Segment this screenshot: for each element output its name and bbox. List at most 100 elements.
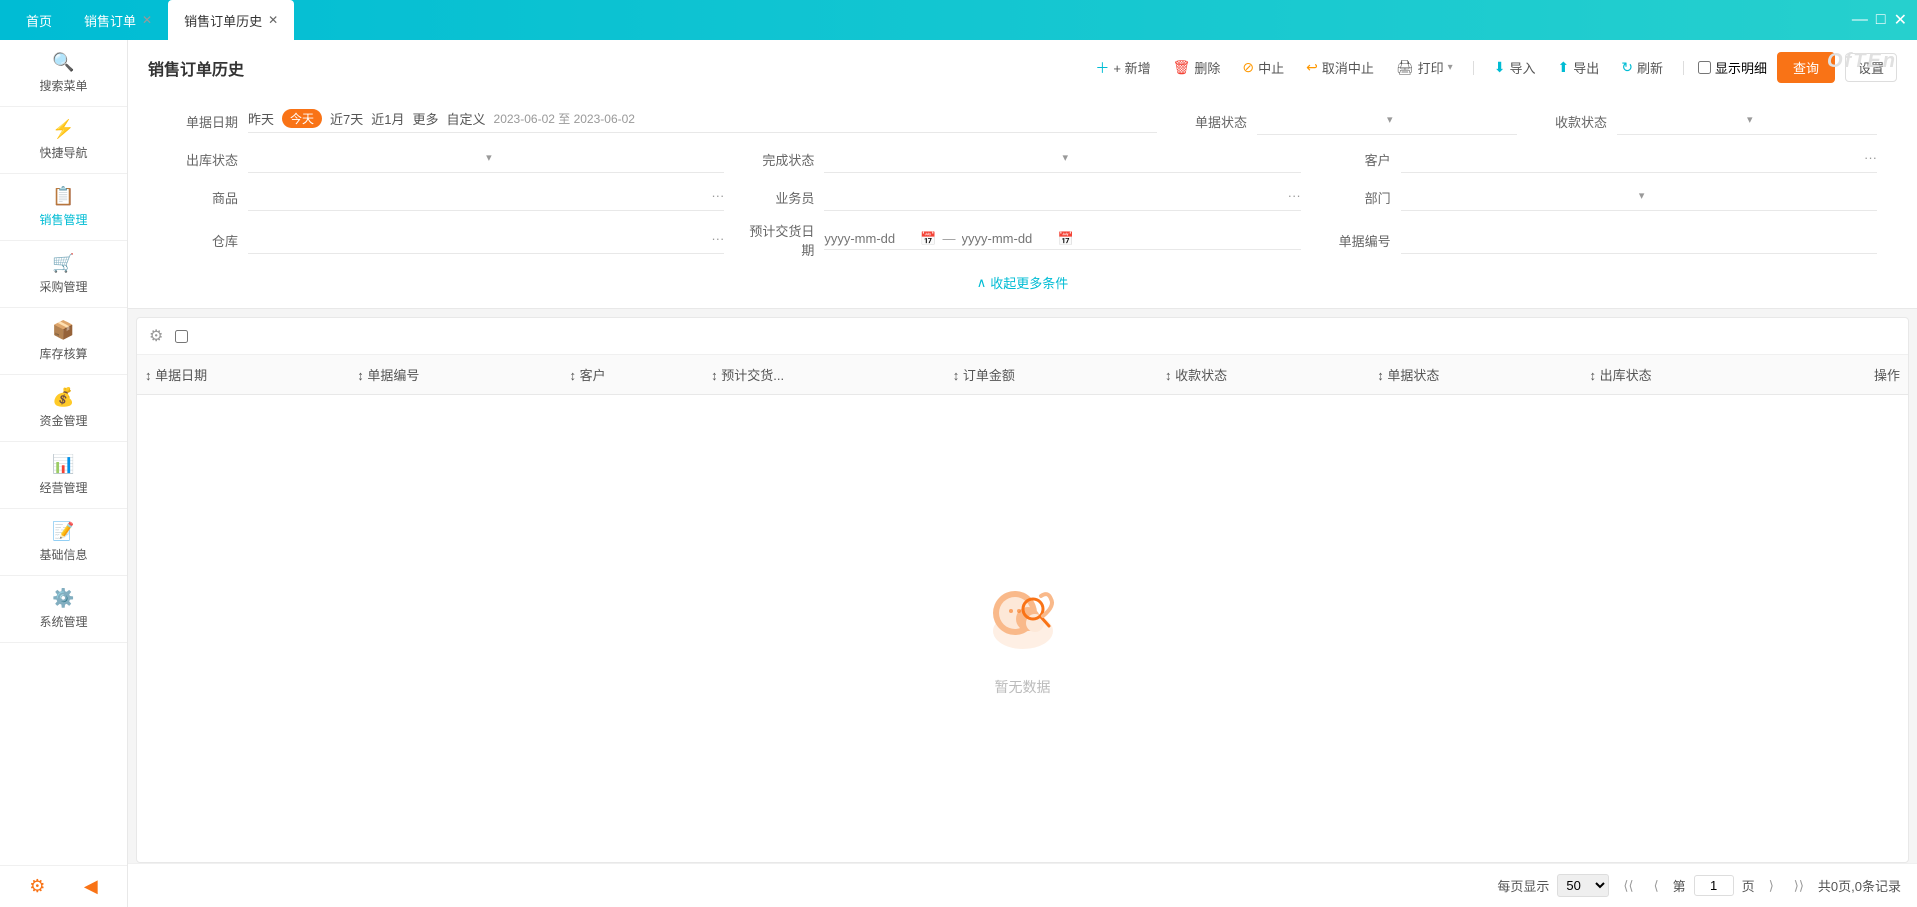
delivery-date-to-input[interactable]	[962, 231, 1052, 246]
delete-button[interactable]: 🗑 删除	[1167, 54, 1227, 81]
completion-status-label: 完成状态	[744, 150, 824, 169]
sidebar-item-quick-nav[interactable]: ⚡ 快捷导航	[0, 107, 127, 174]
warehouse-field[interactable]: ···	[248, 226, 724, 254]
col-number-sort-icon[interactable]: ↕	[357, 368, 367, 383]
payment-status-select[interactable]: ▾	[1617, 107, 1877, 135]
export-icon: ⬆	[1557, 59, 1569, 76]
sidebar-item-search-menu[interactable]: 🔍 搜索菜单	[0, 40, 127, 107]
sidebar-item-sales-mgmt[interactable]: 📋 销售管理	[0, 174, 127, 241]
completion-status-select[interactable]: ▾	[824, 145, 1300, 173]
minimize-button[interactable]: —	[1852, 11, 1868, 29]
order-status-label: 单据状态	[1177, 112, 1257, 131]
delivery-status-select[interactable]: ▾	[248, 145, 724, 173]
tab-sales-order-history-label: 销售订单历史	[184, 11, 262, 30]
salesperson-field[interactable]: ···	[824, 183, 1300, 211]
col-amount-sort-icon[interactable]: ↕	[953, 368, 963, 383]
pagination-last-btn[interactable]: ⟩⟩	[1788, 876, 1810, 896]
setting-button[interactable]: 设置	[1845, 53, 1897, 82]
new-button[interactable]: ＋ + 新增	[1089, 54, 1156, 82]
page-input[interactable]	[1694, 875, 1734, 896]
tab-home-label: 首页	[26, 11, 52, 30]
col-delivery-sort-icon[interactable]: ↕	[711, 368, 721, 383]
tab-sales-order-history[interactable]: 销售订单历史 ✕	[168, 0, 294, 40]
delivery-date-from-input[interactable]	[824, 231, 914, 246]
show-detail-input[interactable]	[1698, 61, 1711, 74]
refresh-label: 刷新	[1637, 58, 1663, 77]
salesperson-more-icon[interactable]: ···	[1288, 188, 1301, 203]
sidebar-item-operation-mgmt[interactable]: 📊 经营管理	[0, 442, 127, 509]
quick-nav-icon: ⚡	[52, 119, 74, 140]
col-order-sort-icon[interactable]: ↕	[1377, 368, 1387, 383]
calendar-from-icon[interactable]: 📅	[920, 231, 936, 247]
customer-field[interactable]: ···	[1401, 145, 1877, 173]
print-chevron-icon[interactable]: ▾	[1448, 62, 1453, 73]
goods-more-icon[interactable]: ···	[711, 188, 724, 203]
date-today-badge[interactable]: 今天	[282, 109, 322, 128]
filter-row-4: 仓库 ··· 预计交货日期 📅 — 📅 单据编号	[168, 221, 1877, 259]
date-7days[interactable]: 近7天	[330, 109, 363, 128]
stop-button[interactable]: ⊘ 中止	[1236, 54, 1290, 81]
operation-mgmt-icon: 📊	[52, 454, 74, 475]
filter-row-1: 单据日期 昨天 今天 近7天 近1月 更多 自定义 2023-06-02 至 2…	[168, 107, 1877, 135]
tab-sales-order-history-close[interactable]: ✕	[268, 13, 278, 27]
sidebar-item-system-mgmt[interactable]: ⚙️ 系统管理	[0, 576, 127, 643]
date-1month[interactable]: 近1月	[371, 109, 404, 128]
goods-field[interactable]: ···	[248, 183, 724, 211]
salesperson-input[interactable]	[824, 188, 1287, 203]
pagination-next-btn[interactable]: ⟩	[1763, 876, 1780, 896]
col-delivery-status-sort-icon[interactable]: ↕	[1590, 368, 1600, 383]
cancel-stop-label: 取消中止	[1322, 58, 1374, 77]
sidebar-item-basic-info[interactable]: 📝 基础信息	[0, 509, 127, 576]
sidebar-settings-icon[interactable]: ⚙	[29, 876, 45, 897]
table-toolbar: ⚙	[137, 318, 1908, 355]
date-yesterday[interactable]: 昨天	[248, 109, 274, 128]
sidebar-bottom: ⚙ ◀	[0, 865, 127, 907]
close-button[interactable]: ✕	[1894, 10, 1907, 30]
cancel-stop-icon: ↩	[1306, 59, 1318, 76]
sidebar-item-inventory-calc[interactable]: 📦 库存核算	[0, 308, 127, 375]
col-action: 操作	[1794, 355, 1908, 395]
export-button[interactable]: ⬆ 导出	[1551, 54, 1605, 81]
pagination-prev-btn[interactable]: ⟨	[1648, 876, 1665, 896]
date-filter-label: 单据日期	[168, 112, 248, 131]
warehouse-input[interactable]	[248, 231, 711, 246]
page-title-row: 销售订单历史 ＋ + 新增 🗑 删除 ⊘ 中止 ↩	[148, 52, 1897, 83]
maximize-button[interactable]: □	[1876, 11, 1886, 29]
pagination-first-btn[interactable]: ⟨⟨	[1617, 876, 1639, 896]
date-custom[interactable]: 自定义	[447, 109, 486, 128]
tab-sales-order-close[interactable]: ✕	[142, 13, 152, 27]
calendar-to-icon[interactable]: 📅	[1058, 231, 1074, 247]
date-more[interactable]: 更多	[413, 109, 439, 128]
print-button[interactable]: 🖨 打印 ▾	[1390, 54, 1459, 81]
sidebar-item-finance-mgmt[interactable]: 💰 资金管理	[0, 375, 127, 442]
warehouse-more-icon[interactable]: ···	[711, 231, 724, 246]
goods-input[interactable]	[248, 188, 711, 203]
col-date: ↕ 单据日期	[137, 355, 349, 395]
import-button[interactable]: ⬇ 导入	[1488, 54, 1542, 81]
dept-select[interactable]: ▾	[1401, 183, 1877, 211]
order-number-field[interactable]	[1401, 226, 1877, 254]
per-page-label: 每页显示	[1497, 876, 1549, 895]
table-select-all-checkbox[interactable]	[175, 330, 188, 343]
cancel-stop-button[interactable]: ↩ 取消中止	[1300, 54, 1380, 81]
page-title: 销售订单历史	[148, 56, 244, 80]
customer-more-icon[interactable]: ···	[1864, 150, 1877, 165]
customer-input[interactable]	[1401, 150, 1864, 165]
delivery-status-label: 出库状态	[168, 150, 248, 169]
tab-sales-order[interactable]: 销售订单 ✕	[68, 0, 168, 40]
sidebar-item-purchase-mgmt[interactable]: 🛒 采购管理	[0, 241, 127, 308]
order-number-input[interactable]	[1401, 231, 1877, 246]
refresh-button[interactable]: ↻ 刷新	[1615, 54, 1669, 81]
order-status-select[interactable]: ▾	[1257, 107, 1517, 135]
query-button[interactable]: 查询	[1777, 52, 1835, 83]
col-payment-sort-icon[interactable]: ↕	[1165, 368, 1175, 383]
per-page-select[interactable]: 50 10 20 100	[1557, 874, 1609, 897]
sidebar-collapse-icon[interactable]: ◀	[84, 876, 98, 897]
inventory-calc-icon: 📦	[52, 320, 74, 341]
col-customer-sort-icon[interactable]: ↕	[570, 368, 580, 383]
tab-home[interactable]: 首页	[10, 0, 68, 40]
table-settings-icon[interactable]: ⚙	[149, 326, 163, 346]
show-detail-checkbox[interactable]: 显示明细	[1698, 58, 1767, 77]
collapse-row[interactable]: ∧ 收起更多条件	[168, 269, 1877, 296]
export-label: 导出	[1573, 58, 1599, 77]
